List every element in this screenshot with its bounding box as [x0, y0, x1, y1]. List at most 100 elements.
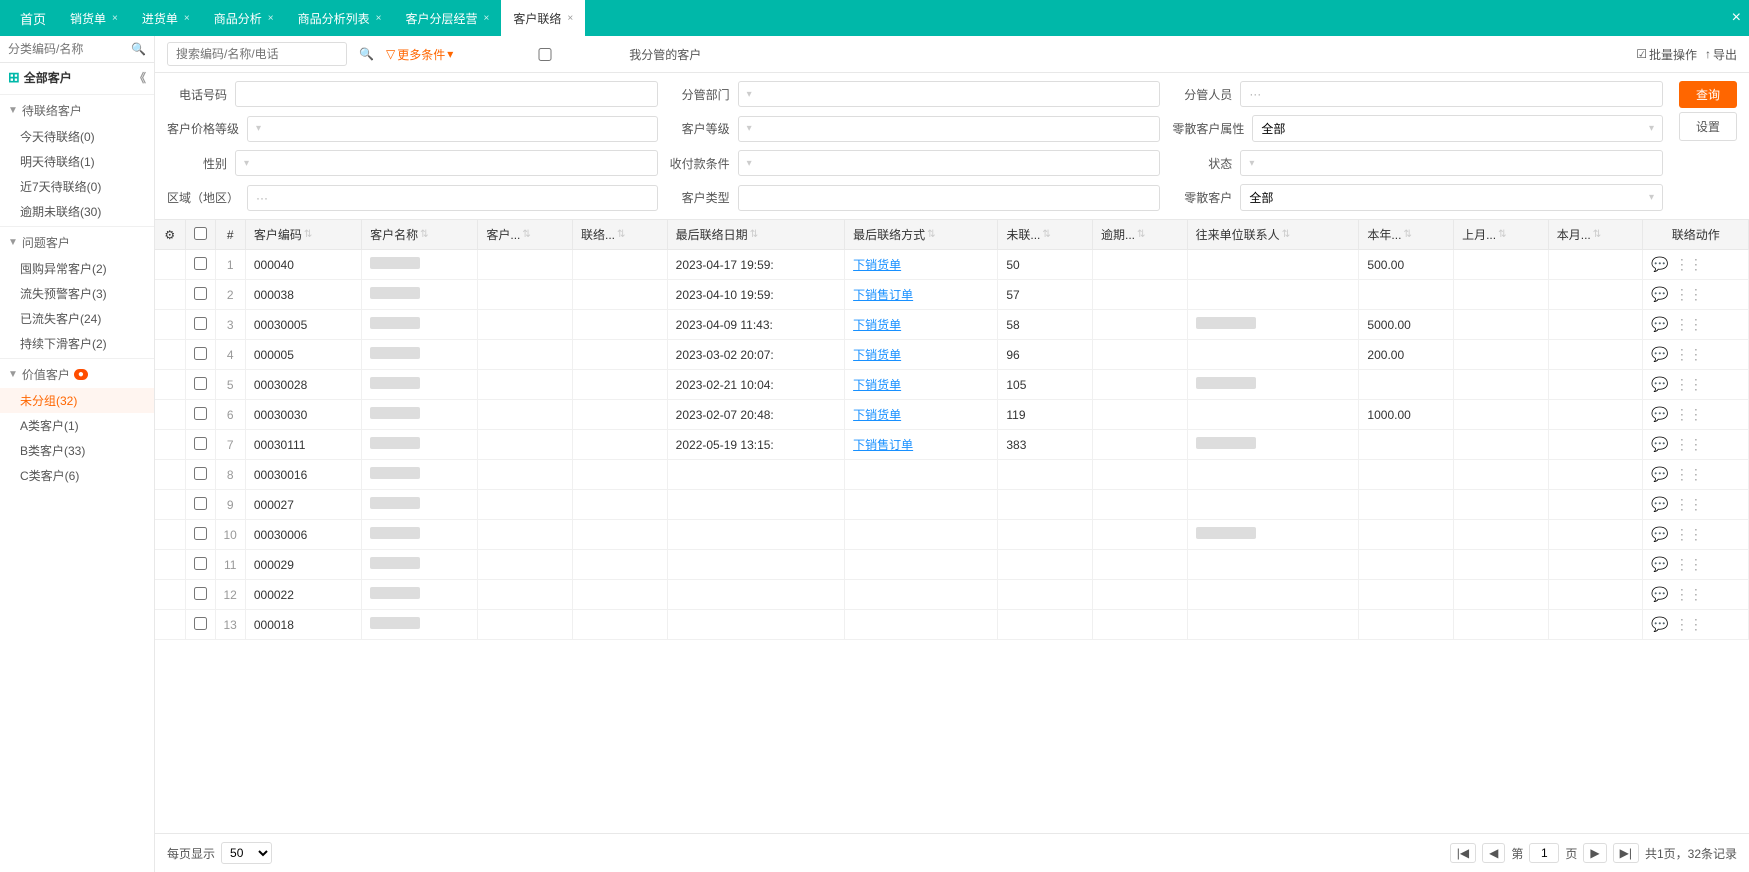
retail-attr-input[interactable]: 全部 ▾	[1252, 115, 1663, 142]
call-icon[interactable]: 💬	[1651, 616, 1668, 633]
call-icon[interactable]: 💬	[1651, 286, 1668, 303]
my-customers-filter[interactable]: 我分管的客户	[465, 46, 701, 63]
batch-operation-btn[interactable]: ☑ 批量操作	[1636, 46, 1697, 63]
cell-checkbox[interactable]	[185, 610, 215, 640]
cell-checkbox[interactable]	[185, 400, 215, 430]
nav-home[interactable]: 首页	[8, 0, 58, 36]
row-checkbox[interactable]	[194, 437, 207, 450]
more-icon[interactable]: ⋮⋮	[1675, 556, 1703, 573]
more-icon[interactable]: ⋮⋮	[1675, 406, 1703, 423]
sidebar-item-abnormal[interactable]: 囤购异常客户(2)	[0, 256, 154, 281]
col-no-contact[interactable]: 未联...⇅	[998, 220, 1093, 250]
cell-settings[interactable]	[155, 490, 185, 520]
sidebar-collapse-icon[interactable]: 《	[134, 69, 146, 86]
more-icon[interactable]: ⋮⋮	[1675, 316, 1703, 333]
cell-checkbox[interactable]	[185, 430, 215, 460]
sidebar-item-ungrouped[interactable]: 未分组(32)	[0, 388, 154, 413]
call-icon[interactable]: 💬	[1651, 256, 1668, 273]
retail-customer-input[interactable]: 全部 ▾	[1240, 184, 1663, 211]
sidebar-search-input[interactable]	[8, 42, 127, 56]
cell-settings[interactable]	[155, 550, 185, 580]
nav-customer-segment-close[interactable]: ×	[483, 13, 489, 24]
col-this-year[interactable]: 本年...⇅	[1359, 220, 1454, 250]
cell-checkbox[interactable]	[185, 580, 215, 610]
sidebar-item-today[interactable]: 今天待联络(0)	[0, 124, 154, 149]
last-page-btn[interactable]: ▶|	[1613, 843, 1639, 863]
row-checkbox[interactable]	[194, 467, 207, 480]
sidebar-item-week[interactable]: 近7天待联络(0)	[0, 174, 154, 199]
cell-last-method[interactable]: 下销货单	[845, 310, 998, 340]
nav-purchase[interactable]: 进货单 ×	[130, 0, 202, 36]
cell-checkbox[interactable]	[185, 280, 215, 310]
cell-settings[interactable]	[155, 400, 185, 430]
cell-settings[interactable]	[155, 250, 185, 280]
cell-checkbox[interactable]	[185, 550, 215, 580]
col-type[interactable]: 客户...⇅	[478, 220, 573, 250]
row-checkbox[interactable]	[194, 497, 207, 510]
row-checkbox[interactable]	[194, 617, 207, 630]
nav-sales-order-close[interactable]: ×	[112, 13, 118, 24]
next-page-btn[interactable]: ▶	[1583, 843, 1606, 863]
sidebar-item-tomorrow[interactable]: 明天待联络(1)	[0, 149, 154, 174]
more-icon[interactable]: ⋮⋮	[1675, 286, 1703, 303]
cell-last-method[interactable]: 下销售订单	[845, 280, 998, 310]
cell-checkbox[interactable]	[185, 310, 215, 340]
nav-product-analysis[interactable]: 商品分析 ×	[202, 0, 286, 36]
person-more-icon[interactable]: ···	[1249, 87, 1261, 101]
col-last-date[interactable]: 最后联络日期⇅	[667, 220, 844, 250]
cell-checkbox[interactable]	[185, 460, 215, 490]
cell-settings[interactable]	[155, 580, 185, 610]
gender-input[interactable]: ▾	[235, 150, 658, 176]
col-settings[interactable]: ⚙	[155, 220, 185, 250]
all-customers-label[interactable]: 全部客户	[24, 69, 72, 86]
more-icon[interactable]: ⋮⋮	[1675, 496, 1703, 513]
row-checkbox[interactable]	[194, 317, 207, 330]
last-method-link[interactable]: 下销货单	[853, 258, 901, 272]
sidebar-group-problem[interactable]: ▼ 问题客户	[0, 229, 154, 256]
call-icon[interactable]: 💬	[1651, 376, 1668, 393]
call-icon[interactable]: 💬	[1651, 406, 1668, 423]
reset-button[interactable]: 设置	[1679, 112, 1737, 141]
cell-last-method[interactable]: 下销货单	[845, 340, 998, 370]
more-icon[interactable]: ⋮⋮	[1675, 616, 1703, 633]
sidebar-group-value[interactable]: ▼ 价值客户 ●	[0, 361, 154, 388]
last-method-link[interactable]: 下销货单	[853, 378, 901, 392]
last-method-link[interactable]: 下销售订单	[853, 438, 913, 452]
nav-purchase-close[interactable]: ×	[184, 13, 190, 24]
call-icon[interactable]: 💬	[1651, 346, 1668, 363]
export-btn[interactable]: ↑ 导出	[1705, 46, 1737, 63]
phone-input[interactable]	[235, 81, 658, 107]
my-customers-checkbox[interactable]	[465, 48, 625, 61]
cell-settings[interactable]	[155, 280, 185, 310]
more-icon[interactable]: ⋮⋮	[1675, 436, 1703, 453]
prev-page-btn[interactable]: ◀	[1482, 843, 1505, 863]
row-checkbox[interactable]	[194, 377, 207, 390]
col-code[interactable]: 客户编码⇅	[245, 220, 361, 250]
cell-settings[interactable]	[155, 370, 185, 400]
search-input[interactable]	[167, 42, 347, 66]
more-icon[interactable]: ⋮⋮	[1675, 466, 1703, 483]
sidebar-group-pending[interactable]: ▼ 待联络客户	[0, 97, 154, 124]
col-last-month[interactable]: 上月...⇅	[1454, 220, 1549, 250]
window-close-icon[interactable]: ×	[1732, 9, 1741, 27]
col-overdue[interactable]: 逾期...⇅	[1093, 220, 1188, 250]
cell-last-method[interactable]: 下销货单	[845, 250, 998, 280]
sidebar-search-icon[interactable]: 🔍	[131, 42, 146, 56]
row-checkbox[interactable]	[194, 257, 207, 270]
search-button[interactable]: 🔍	[359, 47, 374, 61]
cell-settings[interactable]	[155, 460, 185, 490]
more-conditions-btn[interactable]: ▽ 更多条件 ▾	[386, 46, 453, 63]
customer-type-input[interactable]	[738, 185, 1161, 211]
nav-sales-order[interactable]: 销货单 ×	[58, 0, 130, 36]
select-all-checkbox[interactable]	[194, 227, 207, 240]
region-input[interactable]: ···	[247, 185, 658, 211]
call-icon[interactable]: 💬	[1651, 586, 1668, 603]
sidebar-item-churn-warning[interactable]: 流失预警客户(3)	[0, 281, 154, 306]
cell-settings[interactable]	[155, 430, 185, 460]
last-method-link[interactable]: 下销货单	[853, 348, 901, 362]
last-method-link[interactable]: 下销售订单	[853, 288, 913, 302]
sidebar-item-declining[interactable]: 持续下滑客户(2)	[0, 331, 154, 356]
cell-last-method[interactable]: 下销售订单	[845, 430, 998, 460]
sidebar-item-class-a[interactable]: A类客户(1)	[0, 413, 154, 438]
cell-settings[interactable]	[155, 610, 185, 640]
